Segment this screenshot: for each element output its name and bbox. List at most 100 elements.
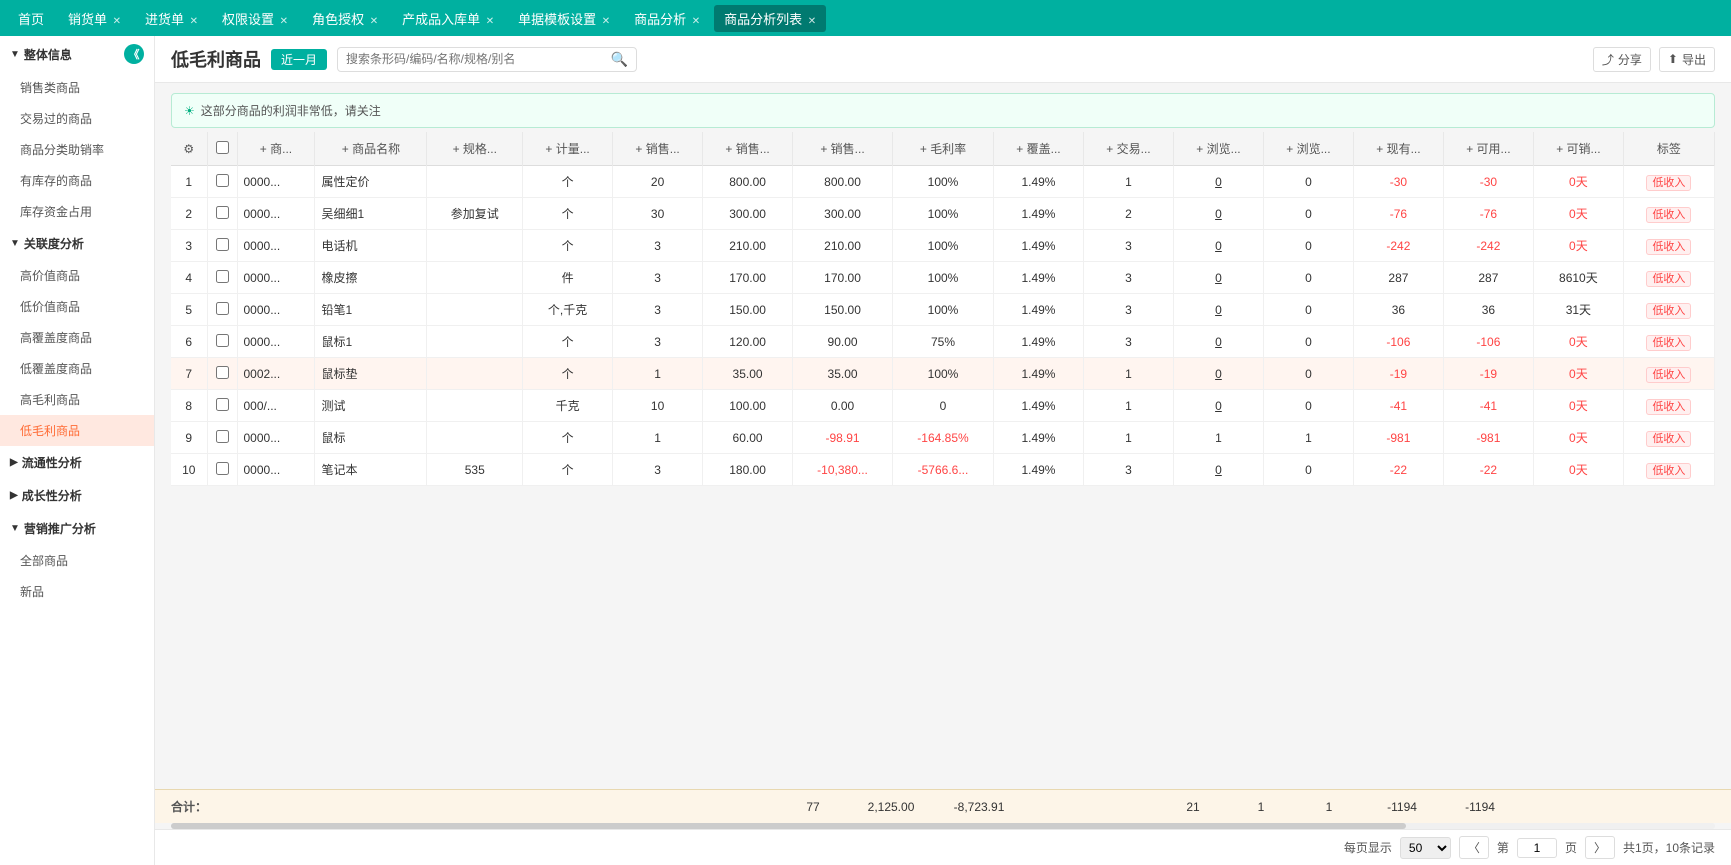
row-transaction: 2 (1083, 198, 1173, 230)
row-sales-amount: 150.00 (793, 294, 893, 326)
row-index: 3 (171, 230, 207, 262)
nav-purchase[interactable]: 进货单 ✕ (135, 5, 208, 32)
row-select-checkbox[interactable] (216, 302, 229, 315)
nav-product-entry[interactable]: 产成品入库单 ✕ (392, 5, 504, 32)
row-available: -19 (1443, 358, 1533, 390)
sidebar-item-category-rate[interactable]: 商品分类助销率 (0, 134, 154, 165)
row-checkbox[interactable] (207, 166, 237, 198)
sidebar-section-growth[interactable]: ▶ 成长性分析 (0, 479, 154, 512)
col-code[interactable]: + 商... (237, 132, 315, 166)
col-spec[interactable]: + 规格... (427, 132, 523, 166)
per-page-select[interactable]: 50 100 200 (1400, 837, 1451, 859)
row-name: 铅笔1 (315, 294, 427, 326)
col-settings[interactable]: ⚙ (171, 132, 207, 166)
nav-analysis[interactable]: 商品分析 ✕ (624, 5, 710, 32)
export-icon: ⬆ (1668, 52, 1678, 66)
col-checkbox[interactable] (207, 132, 237, 166)
row-checkbox[interactable] (207, 390, 237, 422)
row-checkbox[interactable] (207, 358, 237, 390)
row-select-checkbox[interactable] (216, 462, 229, 475)
sidebar-item-stock-goods[interactable]: 有库存的商品 (0, 165, 154, 196)
col-browse2[interactable]: + 浏览... (1263, 132, 1353, 166)
tag-badge: 低收入 (1646, 463, 1691, 479)
col-name[interactable]: + 商品名称 (315, 132, 427, 166)
row-gross-margin: -164.85% (893, 422, 994, 454)
col-sales-qty[interactable]: + 销售... (613, 132, 703, 166)
row-checkbox[interactable] (207, 422, 237, 454)
row-checkbox[interactable] (207, 454, 237, 486)
row-select-checkbox[interactable] (216, 238, 229, 251)
nav-role-close[interactable]: ✕ (370, 16, 378, 27)
nav-product-entry-close[interactable]: ✕ (486, 16, 494, 27)
nav-sales-close[interactable]: ✕ (113, 16, 121, 27)
search-input[interactable] (346, 52, 611, 66)
nav-analysis-list[interactable]: 商品分析列表 ✕ (714, 5, 826, 32)
row-checkbox[interactable] (207, 294, 237, 326)
footer-sales-price: 2,125.00 (851, 800, 931, 814)
sidebar-collapse-btn[interactable]: 《 (124, 44, 144, 64)
sidebar-item-new-goods[interactable]: 新品 (0, 576, 154, 607)
row-checkbox[interactable] (207, 198, 237, 230)
sidebar-section-flow[interactable]: ▶ 流通性分析 (0, 446, 154, 479)
row-select-checkbox[interactable] (216, 430, 229, 443)
sidebar-item-low-margin[interactable]: 低毛利商品 (0, 415, 154, 446)
prev-page-btn[interactable]: 〈 (1459, 836, 1489, 859)
col-saleable[interactable]: + 可销... (1533, 132, 1623, 166)
sidebar-item-low-coverage[interactable]: 低覆盖度商品 (0, 353, 154, 384)
period-tag[interactable]: 近一月 (271, 49, 327, 70)
row-browse2: 0 (1263, 230, 1353, 262)
nav-analysis-list-close[interactable]: ✕ (808, 16, 816, 27)
row-select-checkbox[interactable] (216, 366, 229, 379)
col-coverage[interactable]: + 覆盖... (993, 132, 1083, 166)
col-tag[interactable]: 标签 (1623, 132, 1714, 166)
row-coverage: 1.49% (993, 390, 1083, 422)
sidebar-item-traded-goods[interactable]: 交易过的商品 (0, 103, 154, 134)
sidebar-item-low-value[interactable]: 低价值商品 (0, 291, 154, 322)
sidebar: ▼ 整体信息 《 销售类商品 交易过的商品 商品分类助销率 有库存的商品 库存资… (0, 36, 155, 865)
row-current: 36 (1353, 294, 1443, 326)
nav-template-close[interactable]: ✕ (602, 16, 610, 27)
row-select-checkbox[interactable] (216, 270, 229, 283)
row-select-checkbox[interactable] (216, 334, 229, 347)
next-page-btn[interactable]: 〉 (1585, 836, 1615, 859)
sidebar-item-high-coverage[interactable]: 高覆盖度商品 (0, 322, 154, 353)
row-sales-qty: 20 (613, 166, 703, 198)
sidebar-item-stock-fund[interactable]: 库存资金占用 (0, 196, 154, 227)
nav-permission[interactable]: 权限设置 ✕ (212, 5, 298, 32)
sidebar-section-overall[interactable]: ▼ 整体信息 《 (0, 36, 154, 72)
nav-permission-close[interactable]: ✕ (280, 16, 288, 27)
col-gross-margin[interactable]: + 毛利率 (893, 132, 994, 166)
search-icon[interactable]: 🔍 (611, 51, 628, 68)
col-current[interactable]: + 现有... (1353, 132, 1443, 166)
sidebar-item-high-value[interactable]: 高价值商品 (0, 260, 154, 291)
share-button[interactable]: ⤴ 分享 (1593, 47, 1651, 72)
nav-home[interactable]: 首页 (8, 5, 54, 32)
row-checkbox[interactable] (207, 262, 237, 294)
nav-analysis-close[interactable]: ✕ (692, 16, 700, 27)
page-input[interactable] (1517, 838, 1557, 858)
nav-sales[interactable]: 销货单 ✕ (58, 5, 131, 32)
sidebar-item-sales-goods[interactable]: 销售类商品 (0, 72, 154, 103)
col-unit[interactable]: + 计量... (523, 132, 613, 166)
col-sales-amount[interactable]: + 销售... (793, 132, 893, 166)
col-available[interactable]: + 可用... (1443, 132, 1533, 166)
col-transaction[interactable]: + 交易... (1083, 132, 1173, 166)
row-select-checkbox[interactable] (216, 206, 229, 219)
col-sales-price[interactable]: + 销售... (703, 132, 793, 166)
footer-transaction: 21 (1163, 800, 1223, 814)
select-all-checkbox[interactable] (216, 141, 229, 154)
sidebar-section-marketing[interactable]: ▼ 营销推广分析 (0, 512, 154, 545)
row-checkbox[interactable] (207, 326, 237, 358)
nav-purchase-close[interactable]: ✕ (190, 16, 198, 27)
nav-template[interactable]: 单据模板设置 ✕ (508, 5, 620, 32)
row-select-checkbox[interactable] (216, 174, 229, 187)
sidebar-item-all-goods[interactable]: 全部商品 (0, 545, 154, 576)
export-button[interactable]: ⬆ 导出 (1659, 47, 1715, 72)
nav-role[interactable]: 角色授权 ✕ (302, 5, 388, 32)
col-browse1[interactable]: + 浏览... (1173, 132, 1263, 166)
sidebar-item-high-margin[interactable]: 高毛利商品 (0, 384, 154, 415)
row-select-checkbox[interactable] (216, 398, 229, 411)
sidebar-section-correlation[interactable]: ▼ 关联度分析 (0, 227, 154, 260)
table-container[interactable]: ⚙ + 商... + 商品名称 + 规格... + 计量... + 销售... … (171, 132, 1715, 789)
row-checkbox[interactable] (207, 230, 237, 262)
